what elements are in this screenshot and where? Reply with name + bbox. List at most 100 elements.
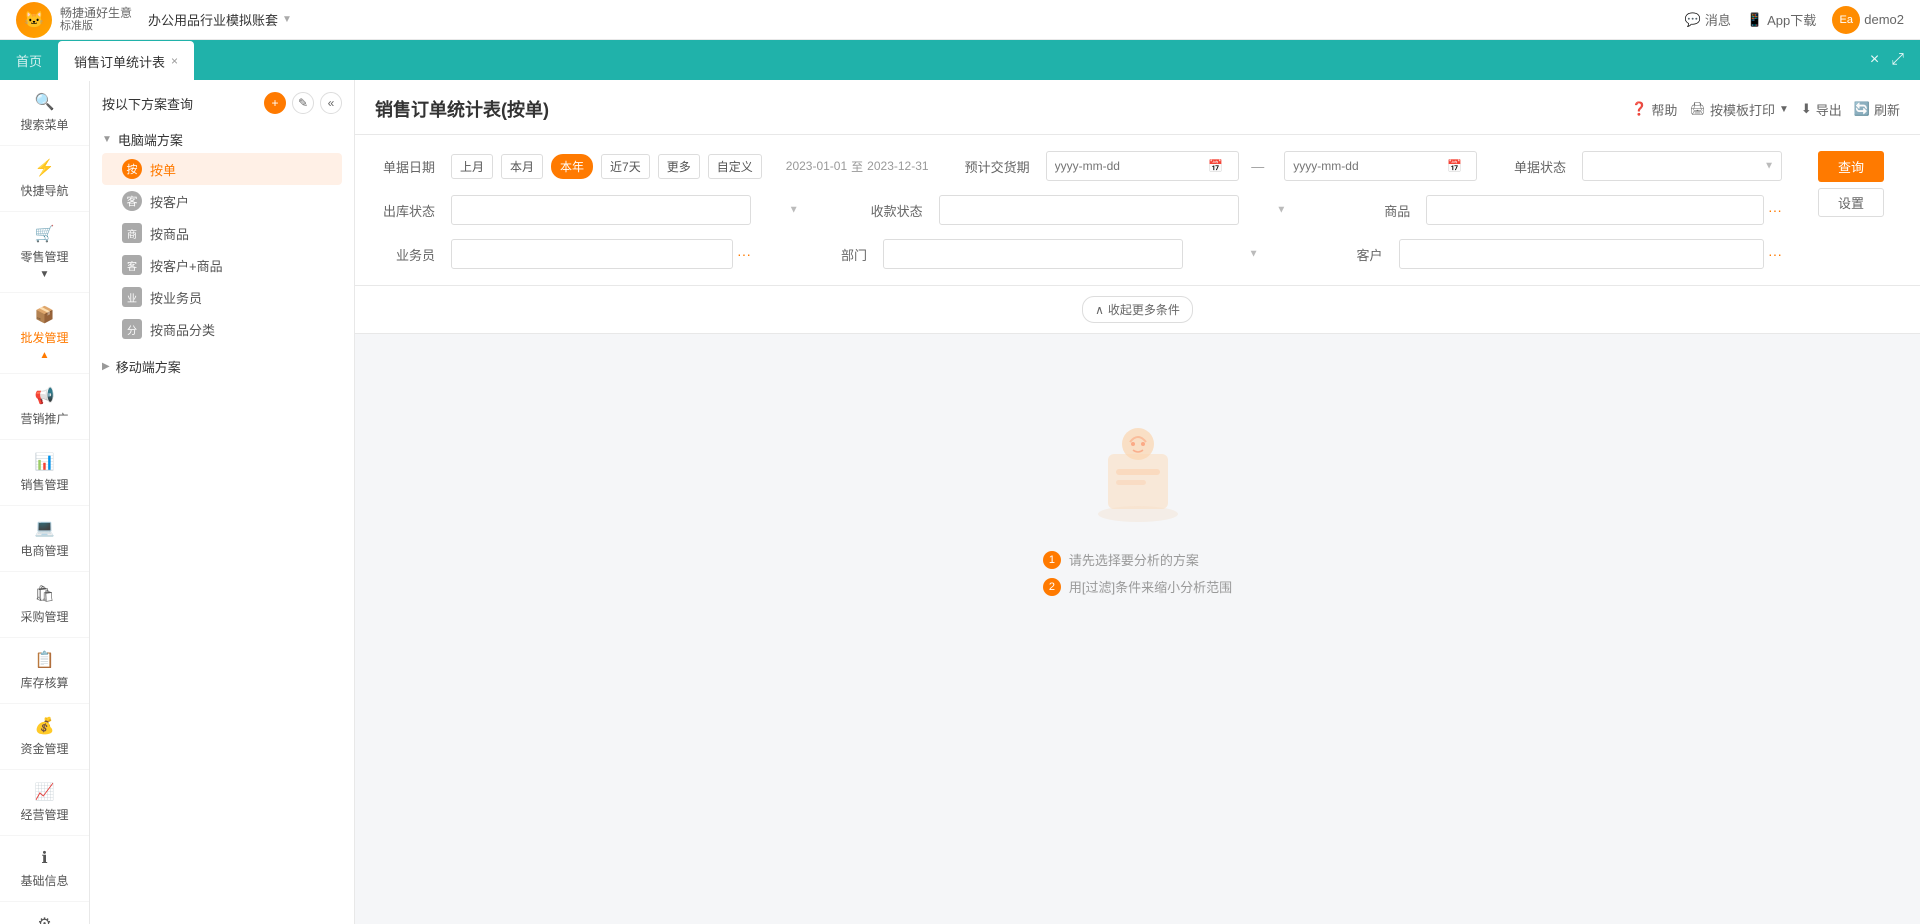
scheme-item-by-customer[interactable]: 客 按客户	[102, 185, 342, 217]
collect-status-dropdown-icon: ▼	[1276, 205, 1286, 216]
sidebar-item-quicknav[interactable]: ⚡ 快捷导航	[0, 146, 89, 212]
btn-group-right: 查询 设置	[1802, 151, 1900, 233]
dept-select[interactable]	[883, 239, 1183, 269]
tabbar: 首页 销售订单统计表 × × ⤢	[0, 40, 1920, 80]
expected-date-label: 预计交货期	[965, 157, 1030, 176]
chevron-up-icon: ▲	[40, 350, 50, 361]
salesman-input[interactable]	[451, 239, 733, 269]
sidebar-item-sales[interactable]: 📊 销售管理	[0, 440, 89, 506]
ship-status-select[interactable]	[451, 195, 751, 225]
date-btn-custom[interactable]: 自定义	[708, 154, 762, 179]
tab-sales-order-stats[interactable]: 销售订单统计表 ×	[58, 41, 194, 81]
customer-more-icon[interactable]: ···	[1768, 246, 1782, 262]
status-label: 单据状态	[1506, 157, 1566, 176]
left-panel-header: 按以下方案查询 + ✎ «	[102, 92, 342, 114]
dept-label: 部门	[807, 245, 867, 264]
scheme-icon-customer: 客	[122, 191, 142, 211]
export-button[interactable]: ⬇ 导出	[1801, 100, 1842, 119]
scheme-section-mobile-title: 移动端方案	[116, 357, 181, 376]
refresh-icon: 🔄	[1854, 101, 1870, 117]
settings-button[interactable]: 设置	[1818, 188, 1884, 217]
scheme-section-mobile-header[interactable]: ▶ 移动端方案	[102, 353, 342, 380]
purchase-icon: 🛍	[34, 584, 54, 604]
scheme-item-by-goods-category[interactable]: 分 按商品分类	[102, 313, 342, 345]
date-btn-this-year[interactable]: 本年	[551, 154, 593, 179]
edit-scheme-button[interactable]: ✎	[292, 92, 314, 114]
expected-date-end-input[interactable]	[1284, 151, 1477, 181]
tab-home[interactable]: 首页	[0, 40, 58, 80]
scheme-icon-category: 分	[122, 319, 142, 339]
sidebar-item-search[interactable]: 🔍 搜索菜单	[0, 80, 89, 146]
app-icon: 📱	[1747, 12, 1763, 28]
dept-dropdown-icon: ▼	[1249, 249, 1259, 260]
scheme-section-pc-header[interactable]: ▼ 电脑端方案	[102, 126, 342, 153]
ship-status-label: 出库状态	[375, 201, 435, 220]
app-download-button[interactable]: 📱 App下载	[1747, 10, 1816, 29]
minimize-button[interactable]: ×	[1870, 51, 1879, 69]
date-btn-7days[interactable]: 近7天	[601, 154, 650, 179]
sidebar-item-system[interactable]: ⚙ 系统管理	[0, 902, 89, 924]
sidebar-item-inventory[interactable]: 📋 库存核算	[0, 638, 89, 704]
tab-close-icon[interactable]: ×	[171, 54, 178, 68]
message-button[interactable]: 💬 消息	[1685, 10, 1731, 29]
sidebar-item-wholesale[interactable]: 📦 批发管理 ▲	[0, 293, 89, 374]
message-icon: 💬	[1685, 12, 1701, 28]
dept-wrapper: ▼	[883, 239, 1267, 269]
collect-status-select[interactable]	[939, 195, 1239, 225]
maximize-button[interactable]: ⤢	[1891, 51, 1904, 69]
sidebar-item-purchase[interactable]: 🛍 采购管理	[0, 572, 89, 638]
collapse-button[interactable]: ∧ 收起更多条件	[1082, 296, 1193, 323]
topbar-right: 💬 消息 📱 App下载 Ea demo2	[1685, 6, 1904, 34]
scheme-icon-customer-goods: 客	[122, 255, 142, 275]
sidebar-item-retail[interactable]: 🛒 零售管理 ▼	[0, 212, 89, 293]
sidebar-item-base-info[interactable]: ℹ 基础信息	[0, 836, 89, 902]
collapse-panel-button[interactable]: «	[320, 92, 342, 114]
scheme-icon-salesman: 业	[122, 287, 142, 307]
print-button[interactable]: 🖨 按模板打印 ▼	[1689, 100, 1788, 119]
print-icon: 🖨	[1689, 101, 1706, 117]
add-scheme-button[interactable]: +	[264, 92, 286, 114]
empty-tips: 1 请先选择要分析的方案 2 用[过滤]条件来缩小分析范围	[1043, 550, 1232, 596]
salesman-more-icon[interactable]: ···	[737, 246, 751, 262]
tab-actions: × ⤢	[1870, 51, 1904, 69]
chevron-down-icon: ▼	[282, 14, 292, 25]
quicknav-icon: ⚡	[35, 158, 55, 178]
filter-area: 单据日期 上月 本月 本年 近7天 更多 自定义	[355, 135, 1920, 286]
scheme-icon-order: 按	[122, 159, 142, 179]
date-btn-this-month[interactable]: 本月	[501, 154, 543, 179]
help-icon: ❓	[1631, 101, 1647, 117]
marketing-icon: 📢	[35, 386, 55, 406]
ecommerce-icon: 💻	[35, 518, 55, 538]
sidebar-item-operations[interactable]: 📈 经营管理	[0, 770, 89, 836]
status-select[interactable]	[1582, 151, 1782, 181]
print-dropdown-icon: ▼	[1779, 104, 1789, 115]
refresh-button[interactable]: 🔄 刷新	[1854, 100, 1900, 119]
goods-input[interactable]	[1426, 195, 1764, 225]
sidebar-item-finance[interactable]: 💰 资金管理	[0, 704, 89, 770]
date-btn-more[interactable]: 更多	[658, 154, 700, 179]
user-avatar-button[interactable]: Ea demo2	[1832, 6, 1904, 34]
sidebar-item-marketing[interactable]: 📢 营销推广	[0, 374, 89, 440]
left-panel-title: 按以下方案查询	[102, 94, 193, 113]
scheme-icon-goods: 商	[122, 223, 142, 243]
help-button[interactable]: ❓ 帮助	[1631, 100, 1677, 119]
scheme-item-by-goods[interactable]: 商 按商品	[102, 217, 342, 249]
sidebar-item-ecommerce[interactable]: 💻 电商管理	[0, 506, 89, 572]
collapse-icon: ∧	[1095, 303, 1104, 317]
filter-section: 销售订单统计表(按单) ❓ 帮助 🖨 按模板打印 ▼ ⬇	[355, 80, 1920, 334]
system-icon: ⚙	[37, 914, 51, 924]
scheme-item-by-customer-goods[interactable]: 客 按客户+商品	[102, 249, 342, 281]
brand-logo: 🐱	[16, 2, 52, 38]
empty-tip-1: 1 请先选择要分析的方案	[1043, 550, 1232, 569]
scheme-item-by-salesman[interactable]: 业 按业务员	[102, 281, 342, 313]
query-button[interactable]: 查询	[1818, 151, 1884, 182]
customer-input[interactable]	[1399, 239, 1765, 269]
scheme-item-by-order[interactable]: 按 按单	[102, 153, 342, 185]
wholesale-icon: 📦	[35, 305, 55, 325]
topbar: 🐱 畅捷通好生意 标准版 办公用品行业模拟账套 ▼ 💬 消息 📱 App下载 E…	[0, 0, 1920, 40]
page-selector[interactable]: 办公用品行业模拟账套 ▼	[140, 10, 300, 29]
goods-more-icon[interactable]: ···	[1768, 202, 1782, 218]
tip-num-2: 2	[1043, 578, 1061, 596]
expected-date-start-input[interactable]	[1046, 151, 1239, 181]
date-btn-last-month[interactable]: 上月	[451, 154, 493, 179]
